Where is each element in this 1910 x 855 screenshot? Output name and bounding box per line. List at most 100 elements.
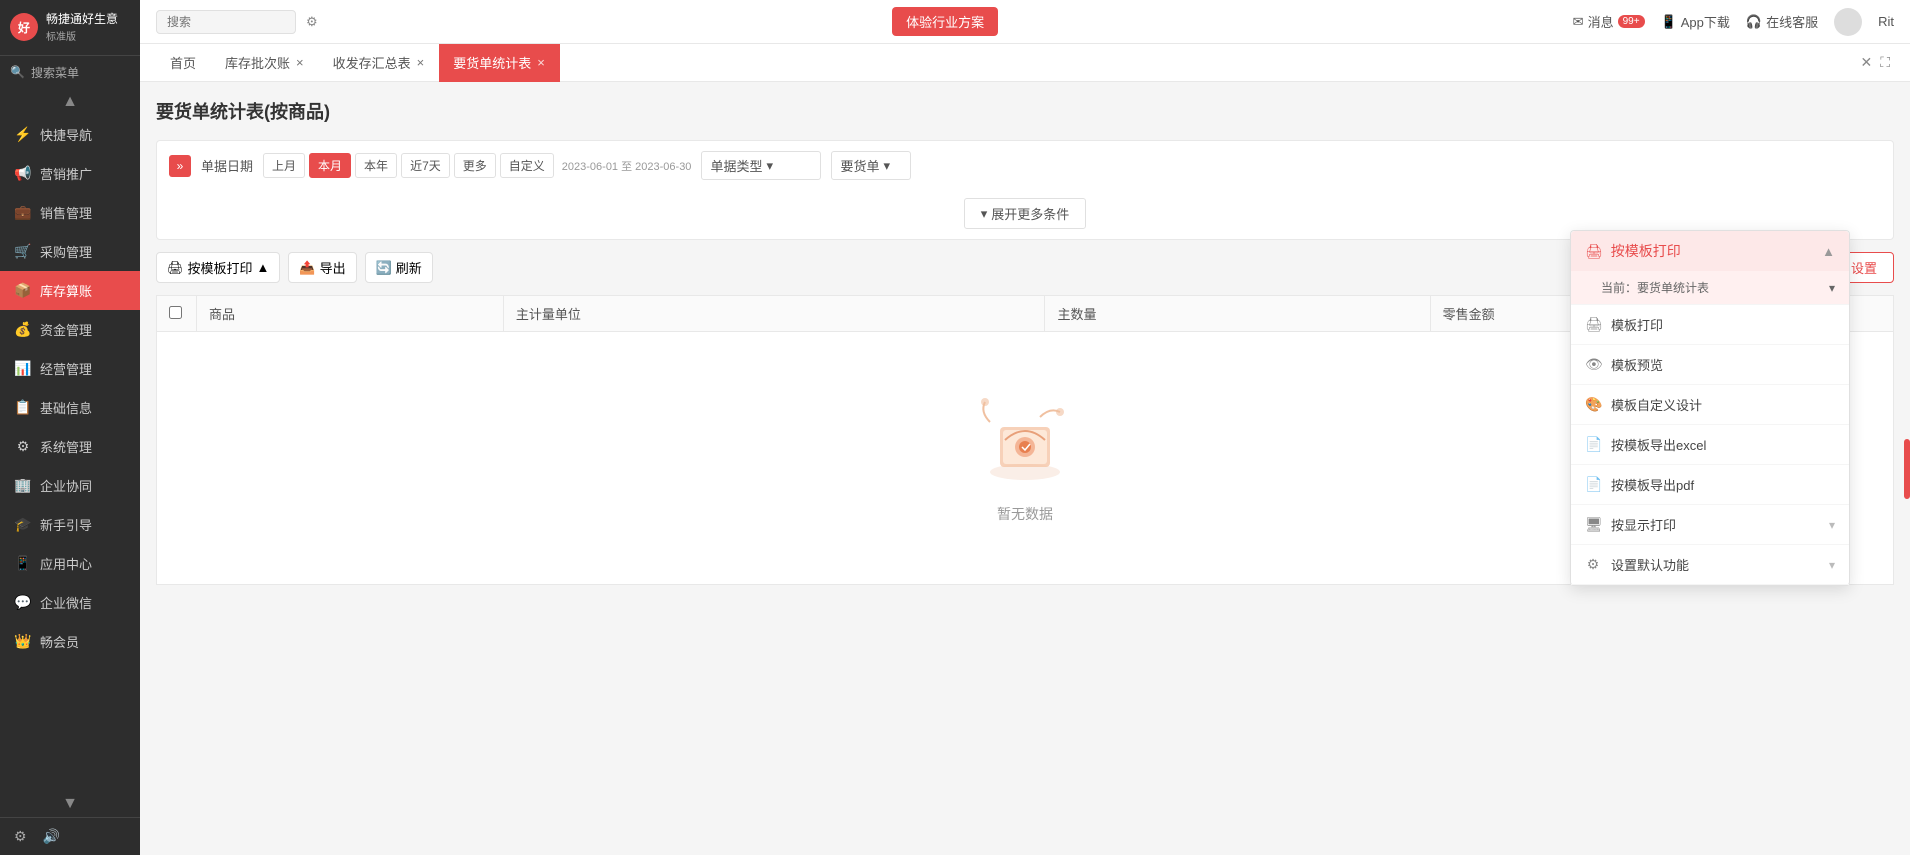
app-download-label: App下载 — [1681, 12, 1730, 31]
tab-home[interactable]: 首页 — [156, 44, 211, 82]
set-default-arrow: ▾ — [1829, 558, 1835, 572]
messages-label: 消息 — [1588, 12, 1614, 31]
sidebar-search-item[interactable]: 🔍 搜索菜单 — [0, 56, 140, 89]
tab-receipt-summary[interactable]: 收发存汇总表 × — [319, 44, 440, 82]
dropdown-current-item[interactable]: 当前：要货单统计表 ▾ — [1571, 271, 1849, 305]
filter-doc-type-select[interactable]: 单据类型 ▾ — [701, 151, 821, 180]
sidebar-logo-text: 畅捷通好生意 标准版 — [46, 12, 118, 43]
filter-expand-more-btn[interactable]: ▾ 展开更多条件 — [964, 198, 1087, 229]
scrollbar-indicator[interactable] — [1904, 439, 1910, 499]
app-download-item[interactable]: 📱 App下载 — [1661, 12, 1730, 31]
username-label: Rit — [1878, 14, 1894, 29]
filter-custom-date-btn[interactable]: 自定义 — [500, 153, 554, 178]
trial-btn[interactable]: 体验行业方案 — [892, 7, 998, 36]
dropdown-item-template-print[interactable]: 🖨 模板打印 — [1571, 305, 1849, 345]
sidebar-scroll-up[interactable]: ▲ — [0, 89, 140, 115]
search-icon: 🔍 — [10, 65, 25, 79]
filter-more-date-btn[interactable]: 更多 — [454, 153, 496, 178]
export-btn[interactable]: 📤 导出 — [288, 252, 356, 283]
filter-current-year-btn[interactable]: 本年 — [355, 153, 397, 178]
tab-order-stats[interactable]: 要货单统计表 × — [439, 44, 560, 82]
dropdown-item-export-pdf[interactable]: 📄 按模板导出pdf — [1571, 465, 1849, 505]
filter-date-buttons: 上月 本月 本年 近7天 更多 自定义 2023-06-01 至 2023-06… — [263, 153, 691, 178]
topbar-left: ⚙ — [156, 10, 318, 34]
finance-icon: 💰 — [14, 321, 32, 338]
dropdown-header-right: ▲ — [1822, 244, 1835, 259]
tab-inventory-batch[interactable]: 库存批次账 × — [211, 44, 319, 82]
vip-icon: 👑 — [14, 633, 32, 650]
empty-text: 暂无数据 — [997, 504, 1053, 524]
sidebar-item-basic-info[interactable]: 📋 基础信息 — [0, 388, 140, 427]
print-dropdown-icon: 🖨 — [1585, 243, 1603, 260]
sidebar-item-inventory[interactable]: 📦 库存算账 — [0, 271, 140, 310]
tab-maximize-btn[interactable]: ⛶ — [1876, 54, 1894, 71]
page-content: 要货单统计表(按商品) » 单据日期 上月 本月 本年 近7天 更多 自定义 2… — [140, 82, 1910, 855]
dropdown-item-template-preview[interactable]: 👁 模板预览 — [1571, 345, 1849, 385]
sidebar-item-quick-nav[interactable]: ⚡ 快捷导航 — [0, 115, 140, 154]
message-icon: ✉ — [1573, 14, 1584, 30]
sidebar-item-purchase[interactable]: 🛒 采购管理 — [0, 232, 140, 271]
sidebar-item-app-center[interactable]: 📱 应用中心 — [0, 544, 140, 583]
refresh-icon: 🔄 — [376, 260, 392, 276]
print-dropdown-menu: 🖨 按模板打印 ▲ 当前：要货单统计表 ▾ 🖨 模板打印 👁 模板预览 — [1570, 230, 1850, 586]
tab-receipt-summary-close[interactable]: × — [417, 55, 425, 70]
enterprise-icon: 🏢 — [14, 477, 32, 494]
dropdown-close-icon[interactable]: ▲ — [1822, 244, 1835, 259]
dropdown-display-print[interactable]: 🖥 按显示打印 ▾ — [1571, 505, 1849, 545]
sidebar-item-system[interactable]: ⚙ 系统管理 — [0, 427, 140, 466]
display-print-icon: 🖥 — [1585, 516, 1601, 533]
sidebar-item-label: 销售管理 — [40, 203, 92, 222]
filter-last-7-days-btn[interactable]: 近7天 — [401, 153, 450, 178]
filter-goods-select[interactable]: 要货单 ▾ — [831, 151, 911, 180]
print-icon: 🖨 — [167, 260, 184, 276]
newbie-icon: 🎓 — [14, 516, 32, 533]
filter-expand-icon[interactable]: » — [169, 155, 191, 177]
sidebar-item-newbie[interactable]: 🎓 新手引导 — [0, 505, 140, 544]
sidebar-item-operations[interactable]: 📊 经营管理 — [0, 349, 140, 388]
online-service-icon: 🎧 — [1746, 14, 1762, 30]
sidebar-item-label: 资金管理 — [40, 320, 92, 339]
topbar-search-input[interactable] — [156, 10, 296, 34]
topbar-gear-icon[interactable]: ⚙ — [306, 14, 318, 30]
sidebar-item-label: 新手引导 — [40, 515, 92, 534]
dropdown-item-export-excel[interactable]: 📄 按模板导出excel — [1571, 425, 1849, 465]
sales-icon: 💼 — [14, 204, 32, 221]
purchase-icon: 🛒 — [14, 243, 32, 260]
select-all-checkbox[interactable] — [169, 306, 182, 319]
dropdown-item-template-design[interactable]: 🎨 模板自定义设计 — [1571, 385, 1849, 425]
filter-prev-month-btn[interactable]: 上月 — [263, 153, 305, 178]
tab-order-stats-close[interactable]: × — [537, 55, 545, 70]
user-avatar[interactable] — [1834, 8, 1862, 36]
tab-home-label: 首页 — [170, 53, 196, 72]
settings-footer-icon[interactable]: ⚙ — [14, 828, 27, 845]
sidebar-item-enterprise-wechat[interactable]: 💬 企业微信 — [0, 583, 140, 622]
refresh-btn[interactable]: 🔄 刷新 — [365, 252, 433, 283]
tabs-bar-right: ✕ ⛶ — [1856, 54, 1894, 71]
export-label: 导出 — [320, 258, 346, 277]
th-unit: 主计量单位 — [503, 296, 1045, 332]
sidebar-item-vip[interactable]: 👑 畅会员 — [0, 622, 140, 661]
enterprise-wechat-icon: 💬 — [14, 594, 32, 611]
tab-close-window-btn[interactable]: ✕ — [1856, 54, 1876, 71]
th-quantity: 主数量 — [1045, 296, 1430, 332]
inventory-icon: 📦 — [14, 282, 32, 299]
help-footer-icon[interactable]: 🔊 — [43, 828, 60, 845]
messages-item[interactable]: ✉ 消息 99+ — [1573, 12, 1645, 31]
dropdown-set-default[interactable]: ⚙ 设置默认功能 ▾ — [1571, 545, 1849, 585]
sidebar-item-sales[interactable]: 💼 销售管理 — [0, 193, 140, 232]
sidebar-scroll-down[interactable]: ▼ — [0, 791, 140, 817]
filter-current-month-btn[interactable]: 本月 — [309, 153, 351, 178]
tab-receipt-summary-label: 收发存汇总表 — [333, 53, 411, 72]
dropdown-header-left: 🖨 按模板打印 — [1585, 241, 1681, 261]
sidebar-item-finance[interactable]: 💰 资金管理 — [0, 310, 140, 349]
sidebar-nav: ⚡ 快捷导航 📢 营销推广 💼 销售管理 🛒 采购管理 📦 库存算账 💰 资金管… — [0, 115, 140, 791]
online-service-item[interactable]: 🎧 在线客服 — [1746, 12, 1818, 31]
sidebar-item-enterprise[interactable]: 🏢 企业协同 — [0, 466, 140, 505]
display-print-arrow: ▾ — [1829, 518, 1835, 532]
print-btn-group[interactable]: 🖨 按模板打印 ▲ — [156, 252, 280, 283]
sidebar-item-marketing[interactable]: 📢 营销推广 — [0, 154, 140, 193]
page-title: 要货单统计表(按商品) — [156, 98, 1894, 124]
tab-inventory-batch-close[interactable]: × — [296, 55, 304, 70]
th-checkbox — [157, 296, 197, 332]
export-pdf-icon: 📄 — [1585, 476, 1601, 493]
